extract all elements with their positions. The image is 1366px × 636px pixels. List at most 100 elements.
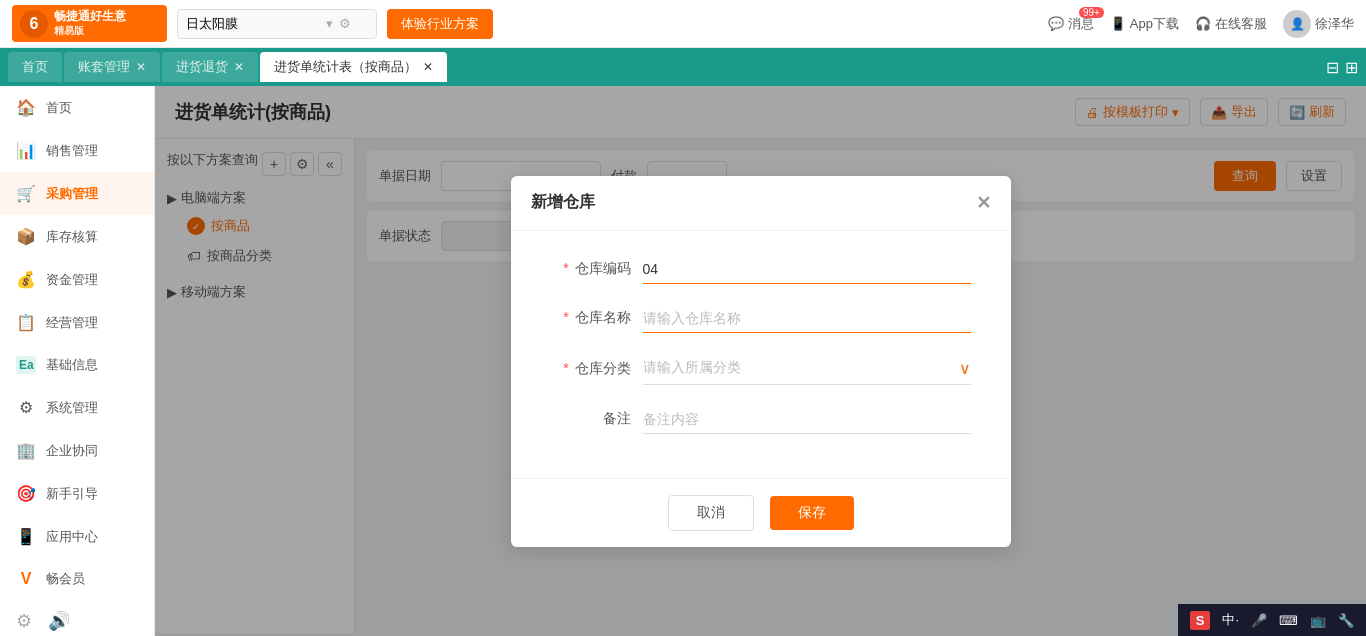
code-form-row: * 仓库编码 — [551, 255, 971, 284]
sidebar-item-system[interactable]: ⚙ 系统管理 — [0, 386, 154, 429]
apps-icon: 📱 — [16, 527, 36, 546]
name-required-star: * — [563, 309, 568, 325]
remark-label: 备注 — [551, 410, 631, 428]
tab-home[interactable]: 首页 — [8, 52, 62, 82]
dropdown-arrow-icon[interactable]: ▾ — [326, 16, 333, 31]
sidebar-item-guide[interactable]: 🎯 新手引导 — [0, 472, 154, 515]
app-download-btn[interactable]: 📱 App下载 — [1110, 15, 1179, 33]
top-header: 6 畅捷通好生意 精易版 ▾ ⚙ 体验行业方案 💬 消息 99+ 📱 App下载… — [0, 0, 1366, 48]
user-area[interactable]: 👤 徐泽华 — [1283, 10, 1354, 38]
category-placeholder: 请输入所属分类 — [643, 359, 741, 377]
code-required-star: * — [563, 260, 568, 276]
sidebar-label-basic-info: 基础信息 — [46, 356, 98, 374]
logo-sub: 精易版 — [54, 24, 126, 38]
enterprise-icon: 🏢 — [16, 441, 36, 460]
tools-icon[interactable]: 🔧 — [1338, 613, 1354, 628]
sidebar-item-apps[interactable]: 📱 应用中心 — [0, 515, 154, 558]
sidebar-item-inventory[interactable]: 📦 库存核算 — [0, 215, 154, 258]
sidebar-label-home: 首页 — [46, 99, 72, 117]
modal-footer: 取消 保存 — [511, 478, 1011, 547]
sidebar-item-purchase[interactable]: 🛒 采购管理 — [0, 172, 154, 215]
save-btn[interactable]: 保存 — [770, 496, 854, 530]
header-icons: 💬 消息 99+ 📱 App下载 🎧 在线客服 👤 徐泽华 — [1048, 10, 1354, 38]
keyboard-icon[interactable]: ⌨ — [1279, 613, 1298, 628]
s-logo: S — [1190, 611, 1211, 630]
tab-account-label: 账套管理 — [78, 58, 130, 76]
tab-minimize-icon[interactable]: ⊟ — [1326, 58, 1339, 77]
sidebar-label-enterprise: 企业协同 — [46, 442, 98, 460]
experience-btn[interactable]: 体验行业方案 — [387, 9, 493, 39]
system-icon: ⚙ — [16, 398, 36, 417]
tab-purchase-return-close[interactable]: ✕ — [234, 60, 244, 74]
sidebar-item-sales[interactable]: 📊 销售管理 — [0, 129, 154, 172]
tab-expand-icon[interactable]: ⊞ — [1345, 58, 1358, 77]
cancel-btn[interactable]: 取消 — [668, 495, 754, 531]
user-name: 徐泽华 — [1315, 15, 1354, 33]
sidebar-label-operations: 经营管理 — [46, 314, 98, 332]
modal-title: 新增仓库 — [531, 192, 595, 213]
name-label: * 仓库名称 — [551, 309, 631, 327]
inventory-icon: 📦 — [16, 227, 36, 246]
home-icon: 🏠 — [16, 98, 36, 117]
category-arrow-icon: ∨ — [959, 359, 971, 378]
logo-name: 畅捷通好生意 — [54, 9, 126, 25]
category-required-star: * — [563, 360, 568, 376]
bottom-lang: 中· — [1222, 611, 1239, 629]
vip-icon: V — [16, 570, 36, 588]
sidebar-label-finance: 资金管理 — [46, 271, 98, 289]
sales-icon: 📊 — [16, 141, 36, 160]
search-input[interactable] — [186, 16, 326, 31]
mic-icon[interactable]: 🎤 — [1251, 613, 1267, 628]
operations-icon: 📋 — [16, 313, 36, 332]
settings-icon[interactable]: ⚙ — [339, 16, 351, 31]
modal-overlay: 新增仓库 ✕ * 仓库编码 * — [155, 86, 1366, 636]
sidebar-label-inventory: 库存核算 — [46, 228, 98, 246]
sidebar-label-guide: 新手引导 — [46, 485, 98, 503]
online-service-btn[interactable]: 🎧 在线客服 — [1195, 15, 1267, 33]
sidebar-label-vip: 畅会员 — [46, 570, 85, 588]
finance-icon: 💰 — [16, 270, 36, 289]
sidebar-item-operations[interactable]: 📋 经营管理 — [0, 301, 154, 344]
content-area: 进货单统计(按商品) 🖨 按模板打印 ▾ 📤 导出 🔄 刷新 — [155, 86, 1366, 636]
message-icon: 💬 — [1048, 16, 1064, 31]
avatar: 👤 — [1283, 10, 1311, 38]
search-bar[interactable]: ▾ ⚙ — [177, 9, 377, 39]
main-layout: 🏠 首页 📊 销售管理 🛒 采购管理 📦 库存核算 💰 资金管理 📋 经营管理 … — [0, 86, 1366, 636]
sidebar-item-enterprise[interactable]: 🏢 企业协同 — [0, 429, 154, 472]
sidebar-item-home[interactable]: 🏠 首页 — [0, 86, 154, 129]
purchase-icon: 🛒 — [16, 184, 36, 203]
guide-icon: 🎯 — [16, 484, 36, 503]
name-input[interactable] — [643, 304, 971, 333]
tab-account[interactable]: 账套管理 ✕ — [64, 52, 160, 82]
tab-purchase-return-label: 进货退货 — [176, 58, 228, 76]
sidebar-settings-icon[interactable]: ⚙ — [16, 610, 32, 632]
sidebar-item-vip[interactable]: V 畅会员 — [0, 558, 154, 600]
tab-home-label: 首页 — [22, 58, 48, 76]
sidebar-item-basic-info[interactable]: Ea 基础信息 — [0, 344, 154, 386]
logo-area: 6 畅捷通好生意 精易版 — [12, 5, 167, 43]
modal-close-btn[interactable]: ✕ — [976, 192, 991, 214]
tab-purchase-return[interactable]: 进货退货 ✕ — [162, 52, 258, 82]
basic-info-icon: Ea — [16, 356, 36, 374]
screen-icon[interactable]: 📺 — [1310, 613, 1326, 628]
tab-bar-actions: ⊟ ⊞ — [1326, 58, 1358, 77]
sidebar-bottom: ⚙ 🔊 — [0, 600, 154, 636]
sidebar-label-sales: 销售管理 — [46, 142, 98, 160]
bottom-status-bar: S 中· 🎤 ⌨ 📺 🔧 — [1178, 604, 1366, 636]
code-input[interactable] — [643, 255, 971, 284]
sidebar-volume-icon[interactable]: 🔊 — [48, 610, 70, 632]
mobile-icon: 📱 — [1110, 16, 1126, 31]
tab-purchase-stats-close[interactable]: ✕ — [423, 60, 433, 74]
category-select[interactable]: 请输入所属分类 ∨ — [643, 353, 971, 385]
modal-header: 新增仓库 ✕ — [511, 176, 1011, 231]
tab-account-close[interactable]: ✕ — [136, 60, 146, 74]
remark-input[interactable] — [643, 405, 971, 434]
add-warehouse-modal: 新增仓库 ✕ * 仓库编码 * — [511, 176, 1011, 547]
message-badge: 99+ — [1079, 7, 1104, 18]
tab-purchase-stats[interactable]: 进货单统计表（按商品） ✕ — [260, 52, 447, 82]
category-label: * 仓库分类 — [551, 360, 631, 378]
logo-icon: 6 — [20, 10, 48, 38]
name-form-row: * 仓库名称 — [551, 304, 971, 333]
sidebar-item-finance[interactable]: 💰 资金管理 — [0, 258, 154, 301]
messages-btn[interactable]: 💬 消息 99+ — [1048, 15, 1094, 33]
